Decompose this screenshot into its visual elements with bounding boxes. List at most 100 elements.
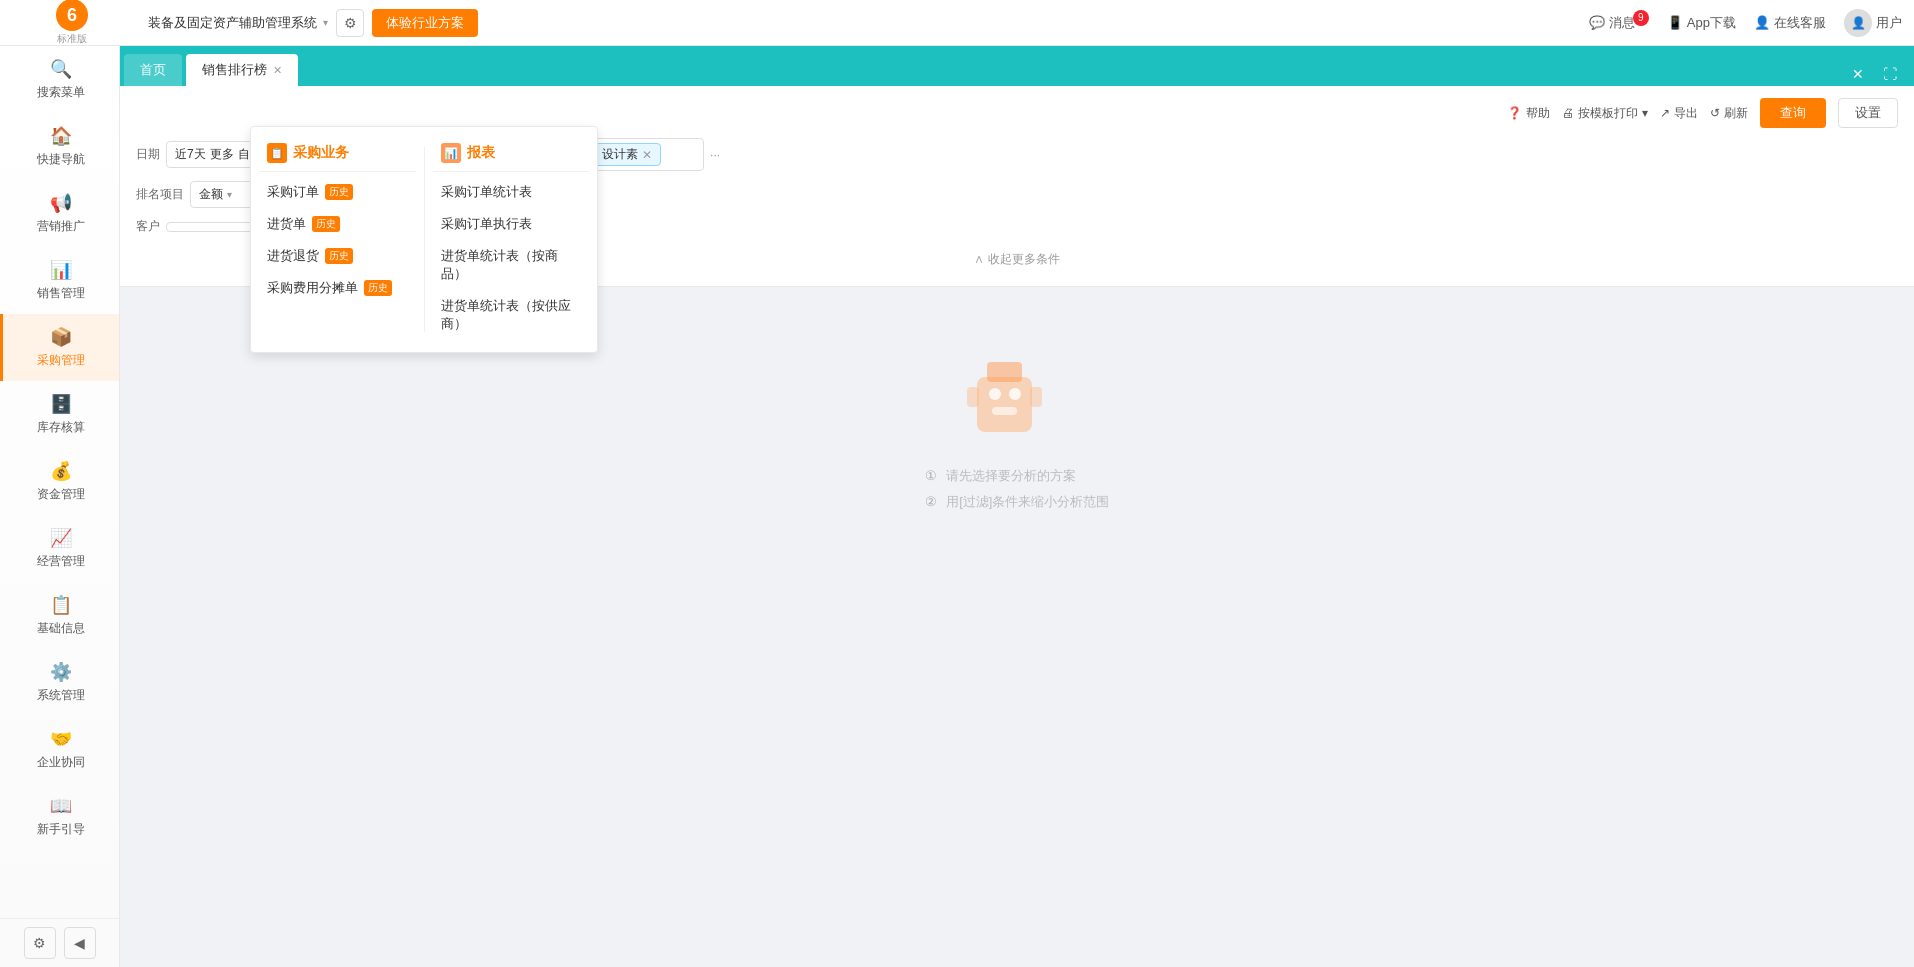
- app-download-btn[interactable]: 📱 App下载: [1667, 14, 1736, 32]
- dropdown-item-return[interactable]: 进货退货 历史: [259, 240, 416, 272]
- sidebar-item-system[interactable]: ⚙️ 系统管理: [0, 649, 119, 716]
- topbar: 6 标准版 装备及固定资产辅助管理系统 ▾ ⚙ 体验行业方案 💬 消息 9 📱 …: [0, 0, 1914, 46]
- logo-area: 6 标准版: [12, 0, 132, 46]
- report-section-icon: 📊: [441, 143, 461, 163]
- tab-home[interactable]: 首页: [124, 54, 182, 86]
- tab-bar-actions: ✕ ⛶: [1846, 62, 1914, 86]
- print-dropdown-arrow: ▾: [1642, 106, 1648, 120]
- dropdown-item-inbound-stat-product[interactable]: 进货单统计表（按商品）: [433, 240, 590, 290]
- svg-rect-5: [967, 387, 979, 407]
- report-header: 📊 报表: [433, 139, 590, 172]
- refresh-btn[interactable]: ↺ 刷新: [1710, 105, 1748, 122]
- tab-bar: 首页 销售排行榜 ✕ ✕ ⛶: [120, 46, 1914, 86]
- report-col: 📊 报表 采购订单统计表 采购订单执行表 进货单统计表（按商品） 进货单统计表（…: [425, 139, 598, 340]
- product-tag: 设计素 ✕: [593, 143, 661, 166]
- purchase-business-header: 📋 采购业务: [259, 139, 416, 172]
- dropdown-item-purchase-order[interactable]: 采购订单 历史: [259, 176, 416, 208]
- sidebar-bottom: ⚙ ◀: [0, 918, 119, 967]
- print-template-btn[interactable]: 🖨 按模板打印 ▾: [1562, 105, 1648, 122]
- notification-badge: 9: [1633, 10, 1649, 26]
- system-icon: ⚙️: [50, 661, 72, 683]
- svg-rect-4: [992, 407, 1017, 415]
- sidebar-item-marketing[interactable]: 📢 营销推广: [0, 180, 119, 247]
- basic-info-icon: 📋: [50, 594, 72, 616]
- export-icon: ↗: [1660, 106, 1670, 120]
- headset-icon: 👤: [1754, 15, 1770, 30]
- collapse-sidebar-btn[interactable]: ◀: [64, 927, 96, 959]
- mobile-icon: 📱: [1667, 15, 1683, 30]
- sidebar-item-inventory[interactable]: 🗄️ 库存核算: [0, 381, 119, 448]
- svg-rect-6: [1030, 387, 1042, 407]
- system-name: 装备及固定资产辅助管理系统 ▾: [148, 14, 328, 32]
- home-icon: 🏠: [50, 125, 72, 147]
- history-badge-2: 历史: [325, 248, 353, 264]
- svg-rect-1: [987, 362, 1022, 382]
- settings-icon[interactable]: ⚙: [336, 9, 364, 37]
- notifications-btn[interactable]: 💬 消息 9: [1589, 14, 1649, 32]
- logo-icon: 6: [56, 0, 88, 31]
- operations-icon: 📈: [50, 527, 72, 549]
- empty-hint-1: ① 请先选择要分析的方案: [925, 463, 1110, 489]
- close-tab-action[interactable]: ✕: [1846, 62, 1870, 86]
- topbar-right: 💬 消息 9 📱 App下载 👤 在线客服 👤 用户: [1589, 9, 1902, 37]
- print-icon: 🖨: [1562, 106, 1574, 120]
- sidebar-item-finance[interactable]: 💰 资金管理: [0, 448, 119, 515]
- dropdown-item-purchase-expense[interactable]: 采购费用分摊单 历史: [259, 272, 416, 304]
- empty-hint-2: ② 用[过滤]条件来缩小分析范围: [925, 489, 1110, 515]
- settings-button[interactable]: 设置: [1838, 98, 1898, 128]
- sidebar-item-operations[interactable]: 📈 经营管理: [0, 515, 119, 582]
- purchase-icon: 📦: [50, 326, 72, 348]
- settings-bottom-btn[interactable]: ⚙: [24, 927, 56, 959]
- purchase-business-col: 📋 采购业务 采购订单 历史 进货单 历史 进货退货 历史: [251, 139, 424, 340]
- online-service-btn[interactable]: 👤 在线客服: [1754, 14, 1826, 32]
- history-badge-3: 历史: [364, 280, 392, 296]
- enterprise-icon: 🤝: [50, 728, 72, 750]
- history-badge-1: 历史: [312, 216, 340, 232]
- date-more[interactable]: 更多: [210, 146, 234, 163]
- purchase-section-icon: 📋: [267, 143, 287, 163]
- user-btn[interactable]: 👤 用户: [1844, 9, 1902, 37]
- finance-icon: 💰: [50, 460, 72, 482]
- product-select[interactable]: 设计素 ✕: [584, 138, 704, 171]
- purchase-dropdown-menu: 📋 采购业务 采购订单 历史 进货单 历史 进货退货 历史: [250, 126, 598, 353]
- sidebar-item-guide[interactable]: 📖 新手引导: [0, 783, 119, 850]
- sidebar-item-search[interactable]: 🔍 搜索菜单: [0, 46, 119, 113]
- dropdown-item-purchase-order-stat[interactable]: 采购订单统计表: [433, 176, 590, 208]
- dropdown-item-purchase-order-exec[interactable]: 采购订单执行表: [433, 208, 590, 240]
- marketing-icon: 📢: [50, 192, 72, 214]
- svg-point-2: [989, 388, 1001, 400]
- export-btn[interactable]: ↗ 导出: [1660, 105, 1698, 122]
- search-icon: 🔍: [50, 58, 72, 80]
- sidebar-item-quick-nav[interactable]: 🏠 快捷导航: [0, 113, 119, 180]
- svg-point-3: [1009, 388, 1021, 400]
- help-btn[interactable]: ❓ 帮助: [1507, 105, 1550, 122]
- avatar: 👤: [1844, 9, 1872, 37]
- dropdown-item-inbound[interactable]: 进货单 历史: [259, 208, 416, 240]
- sidebar: 🔍 搜索菜单 🏠 快捷导航 📢 营销推广 📊 销售管理 📦 采购管理 🗄️ 库存…: [0, 46, 120, 967]
- filter-toolbar: ❓ 帮助 🖨 按模板打印 ▾ ↗ 导出 ↺ 刷新: [136, 98, 1898, 128]
- product-tag-close[interactable]: ✕: [642, 148, 652, 162]
- empty-hints: ① 请先选择要分析的方案 ② 用[过滤]条件来缩小分析范围: [925, 463, 1110, 515]
- sidebar-item-sales[interactable]: 📊 销售管理: [0, 247, 119, 314]
- dropdown-item-inbound-stat-supplier[interactable]: 进货单统计表（按供应商）: [433, 290, 590, 340]
- sidebar-item-purchase[interactable]: 📦 采购管理: [0, 314, 119, 381]
- bell-icon: 💬: [1589, 15, 1605, 30]
- inventory-icon: 🗄️: [50, 393, 72, 415]
- logo-subtitle: 标准版: [57, 32, 87, 46]
- query-button[interactable]: 查询: [1760, 98, 1826, 128]
- empty-illustration: [957, 347, 1077, 447]
- guide-icon: 📖: [50, 795, 72, 817]
- industry-button[interactable]: 体验行业方案: [372, 9, 478, 37]
- sidebar-item-enterprise[interactable]: 🤝 企业协同: [0, 716, 119, 783]
- history-badge-0: 历史: [325, 184, 353, 200]
- maximize-tab-action[interactable]: ⛶: [1878, 62, 1902, 86]
- help-icon: ❓: [1507, 106, 1522, 120]
- main-layout: 🔍 搜索菜单 🏠 快捷导航 📢 营销推广 📊 销售管理 📦 采购管理 🗄️ 库存…: [0, 46, 1914, 967]
- product-more-dots[interactable]: ···: [710, 148, 720, 162]
- tab-close-icon[interactable]: ✕: [273, 64, 282, 77]
- sidebar-item-basic-info[interactable]: 📋 基础信息: [0, 582, 119, 649]
- tab-sales-ranking[interactable]: 销售排行榜 ✕: [186, 54, 298, 86]
- svg-rect-0: [977, 377, 1032, 432]
- refresh-icon: ↺: [1710, 106, 1720, 120]
- system-dropdown-arrow[interactable]: ▾: [323, 17, 328, 28]
